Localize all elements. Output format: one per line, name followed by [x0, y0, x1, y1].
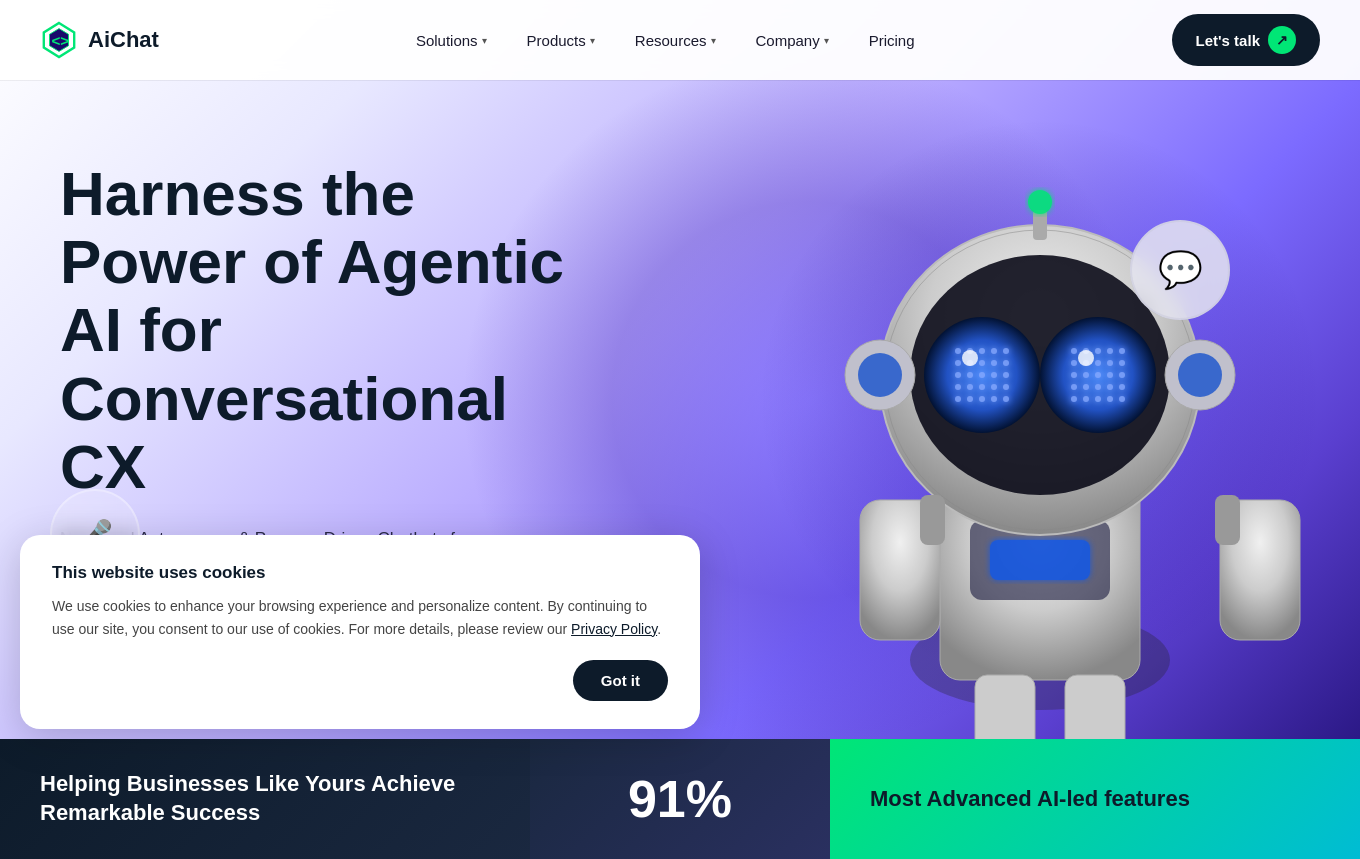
hero-title: Harness the Power of Agentic AI for Conv… — [60, 160, 600, 501]
svg-point-55 — [1071, 384, 1077, 390]
svg-point-48 — [1107, 360, 1113, 366]
bottom-right-text: Most Advanced AI-led features — [870, 785, 1190, 814]
svg-rect-72 — [920, 495, 945, 545]
svg-point-33 — [955, 396, 961, 402]
bottom-stat-panel: 91% — [530, 739, 830, 859]
chat-badge: 💬 — [1130, 220, 1230, 320]
svg-point-54 — [1119, 372, 1125, 378]
svg-point-50 — [1071, 372, 1077, 378]
hero-section: Harness the Power of Agentic AI for Conv… — [0, 0, 1360, 859]
nav-cta-button[interactable]: Let's talk ↗ — [1172, 14, 1320, 66]
svg-point-43 — [1107, 348, 1113, 354]
svg-point-27 — [1003, 372, 1009, 378]
svg-rect-7 — [990, 540, 1090, 580]
svg-point-16 — [991, 348, 997, 354]
svg-point-36 — [991, 396, 997, 402]
svg-point-59 — [1119, 384, 1125, 390]
chevron-down-icon: ▾ — [711, 35, 716, 46]
svg-point-65 — [1078, 350, 1094, 366]
svg-point-40 — [1071, 348, 1077, 354]
nav-item-pricing[interactable]: Pricing — [853, 24, 931, 57]
svg-point-18 — [955, 360, 961, 366]
nav-item-solutions[interactable]: Solutions ▾ — [400, 24, 503, 57]
chat-icon: 💬 — [1158, 249, 1203, 291]
svg-point-28 — [955, 384, 961, 390]
stat-number: 91% — [628, 773, 732, 825]
svg-rect-73 — [1215, 495, 1240, 545]
nav-links: Solutions ▾ Products ▾ Resources ▾ Compa… — [400, 24, 931, 57]
svg-rect-78 — [1033, 210, 1047, 240]
svg-point-58 — [1107, 384, 1113, 390]
svg-point-38 — [962, 350, 978, 366]
svg-point-25 — [979, 372, 985, 378]
svg-point-42 — [1095, 348, 1101, 354]
bottom-left-panel: Helping Businesses Like Yours Achieve Re… — [0, 739, 530, 859]
svg-point-32 — [1003, 384, 1009, 390]
svg-point-62 — [1095, 396, 1101, 402]
logo-icon: <> — [40, 21, 78, 59]
navbar: <> AiChat Solutions ▾ Products ▾ Resourc… — [0, 0, 1360, 80]
svg-point-51 — [1083, 372, 1089, 378]
svg-point-29 — [967, 384, 973, 390]
cookie-accept-button[interactable]: Got it — [573, 660, 668, 701]
svg-point-26 — [991, 372, 997, 378]
svg-point-53 — [1107, 372, 1113, 378]
robot-illustration — [680, 80, 1330, 760]
bottom-bar: Helping Businesses Like Yours Achieve Re… — [0, 739, 1360, 859]
chevron-down-icon: ▾ — [590, 35, 595, 46]
svg-point-35 — [979, 396, 985, 402]
brand-name: AiChat — [88, 27, 159, 53]
svg-point-34 — [967, 396, 973, 402]
nav-item-products[interactable]: Products ▾ — [511, 24, 611, 57]
svg-point-15 — [979, 348, 985, 354]
svg-point-13 — [955, 348, 961, 354]
cookie-title: This website uses cookies — [52, 563, 668, 583]
chevron-down-icon: ▾ — [482, 35, 487, 46]
svg-point-69 — [1178, 353, 1222, 397]
svg-point-60 — [1071, 396, 1077, 402]
svg-point-64 — [1119, 396, 1125, 402]
cookie-body: We use cookies to enhance your browsing … — [52, 595, 668, 640]
svg-point-57 — [1095, 384, 1101, 390]
arrow-icon: ↗ — [1268, 26, 1296, 54]
svg-point-23 — [955, 372, 961, 378]
svg-point-52 — [1095, 372, 1101, 378]
svg-point-44 — [1119, 348, 1125, 354]
svg-point-31 — [991, 384, 997, 390]
svg-point-30 — [979, 384, 985, 390]
svg-point-24 — [967, 372, 973, 378]
nav-item-resources[interactable]: Resources ▾ — [619, 24, 732, 57]
svg-point-47 — [1095, 360, 1101, 366]
svg-point-20 — [979, 360, 985, 366]
nav-item-company[interactable]: Company ▾ — [740, 24, 845, 57]
svg-text:<>: <> — [51, 32, 69, 49]
svg-point-79 — [1028, 190, 1052, 214]
svg-point-22 — [1003, 360, 1009, 366]
svg-point-45 — [1071, 360, 1077, 366]
svg-point-63 — [1107, 396, 1113, 402]
svg-point-61 — [1083, 396, 1089, 402]
chevron-down-icon: ▾ — [824, 35, 829, 46]
svg-point-37 — [1003, 396, 1009, 402]
svg-point-49 — [1119, 360, 1125, 366]
svg-point-56 — [1083, 384, 1089, 390]
svg-point-21 — [991, 360, 997, 366]
cookie-banner: This website uses cookies We use cookies… — [20, 535, 700, 729]
logo[interactable]: <> AiChat — [40, 21, 159, 59]
bottom-left-text: Helping Businesses Like Yours Achieve Re… — [40, 770, 490, 827]
svg-point-17 — [1003, 348, 1009, 354]
svg-point-67 — [858, 353, 902, 397]
bottom-right-panel: Most Advanced AI-led features — [830, 739, 1360, 859]
privacy-policy-link[interactable]: Privacy Policy — [571, 621, 657, 637]
